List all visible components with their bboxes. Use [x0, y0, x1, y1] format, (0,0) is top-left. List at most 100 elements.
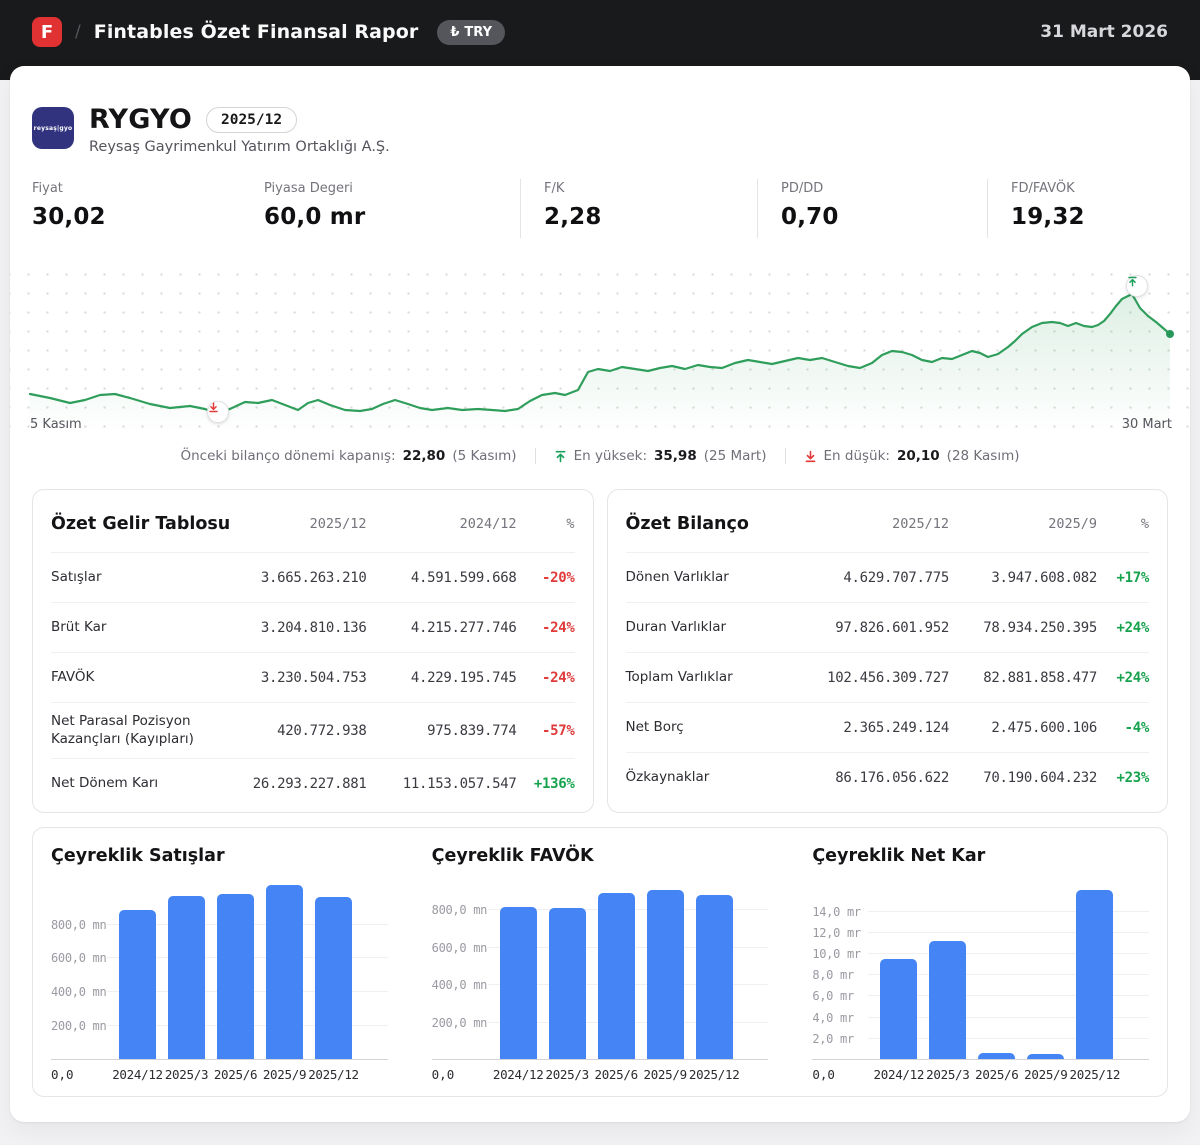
row-label: Toplam Varlıklar [626, 669, 810, 687]
row-label: Net Dönem Karı [51, 775, 235, 793]
last-price-dot [1166, 330, 1174, 338]
x-axis-labels: 0,02024/122025/32025/62025/92025/12 [812, 1060, 1149, 1086]
fintables-logo[interactable]: F [32, 17, 62, 47]
change-percent: +136% [517, 776, 575, 792]
table-row: Net Parasal Pozisyon Kazançları (Kayıpla… [51, 702, 575, 758]
currency-badge[interactable]: ₺ TRY [437, 20, 505, 45]
current-period-value: 97.826.601.952 [809, 620, 949, 636]
change-percent: +24% [1097, 670, 1149, 686]
table-row: Satışlar3.665.263.2104.591.599.668-20% [51, 552, 575, 602]
change-percent: +17% [1097, 570, 1149, 586]
column-header: % [517, 516, 575, 532]
row-label: Brüt Kar [51, 619, 235, 637]
change-percent: +23% [1097, 770, 1149, 786]
table-row: Dönen Varlıklar4.629.707.7753.947.608.08… [626, 552, 1150, 602]
chart-title: Çeyreklik Net Kar [812, 846, 1149, 866]
x-axis-tick-label: 2025/9 [643, 1067, 686, 1082]
previous-period-value: 4.215.277.746 [367, 620, 517, 636]
arrow-up-to-bar-icon [554, 450, 567, 463]
x-axis-tick-label: 2025/9 [263, 1067, 306, 1082]
row-label: Duran Varlıklar [626, 619, 810, 637]
x-axis-tick-label: 2024/12 [874, 1067, 925, 1082]
x-axis-tick-label: 2025/6 [975, 1067, 1018, 1082]
x-axis-tick-label: 2025/9 [1024, 1067, 1067, 1082]
summary-divider [785, 448, 786, 464]
low-point-marker [207, 401, 229, 423]
column-header: 2025/12 [235, 516, 367, 532]
summary-divider [535, 448, 536, 464]
change-percent: -24% [517, 620, 575, 636]
x-axis-tick-label: 2024/12 [493, 1067, 544, 1082]
prev-close-date: (5 Kasım) [452, 448, 516, 464]
ticker-symbol: RYGYO [89, 104, 192, 135]
x-axis-tick-label: 2025/6 [214, 1067, 257, 1082]
bar-2025/3 [549, 908, 586, 1059]
y-axis-tick-label: 800,0 mn [51, 918, 106, 932]
high-point-marker [1126, 275, 1148, 297]
period-badge[interactable]: 2025/12 [206, 107, 297, 133]
chart-plot-area: 200,0 mn400,0 mn600,0 mn800,0 mn [432, 884, 769, 1060]
y-axis-zero-label: 0,0 [812, 1067, 835, 1082]
bar-2025/6 [598, 893, 635, 1059]
x-axis-tick-label: 2025/3 [545, 1067, 588, 1082]
x-axis-tick-label: 2025/12 [308, 1067, 359, 1082]
bar-2025/9 [266, 885, 303, 1059]
row-label: Dönen Varlıklar [626, 569, 810, 587]
breadcrumb-separator: / [75, 22, 81, 42]
current-period-value: 102.456.309.727 [809, 670, 949, 686]
currency-label: TRY [464, 25, 492, 40]
stat-label: PD/DD [781, 181, 987, 196]
y-axis-zero-label: 0,0 [432, 1067, 455, 1082]
y-axis-tick-label: 14,0 mr [812, 905, 860, 919]
price-line-chart: 5 Kasım 30 Mart [10, 258, 1190, 433]
stat-value: 19,32 [1011, 204, 1168, 230]
stat-pddd: PD/DD 0,70 [757, 179, 987, 238]
quarterly-chart-netkar: Çeyreklik Net Kar 2,0 mr4,0 mr6,0 mr8,0 m… [812, 846, 1149, 1086]
report-date: 31 Mart 2026 [1040, 22, 1168, 42]
table-row: Özkaynaklar86.176.056.62270.190.604.232+… [626, 752, 1150, 802]
change-percent: +24% [1097, 620, 1149, 636]
previous-period-value: 975.839.774 [367, 723, 517, 739]
low-value: 20,10 [897, 448, 940, 464]
prev-close-label: Önceki bilanço dönemi kapanış: [180, 448, 395, 464]
chart-end-date: 30 Mart [1122, 417, 1172, 432]
previous-period-value: 70.190.604.232 [949, 770, 1097, 786]
price-chart-svg [10, 258, 1190, 433]
y-axis-tick-label: 200,0 mn [51, 1019, 106, 1033]
stat-value: 2,28 [544, 204, 757, 230]
prev-close-value: 22,80 [403, 448, 446, 464]
y-axis-tick-label: 600,0 mn [432, 941, 487, 955]
y-axis-tick-label: 4,0 mr [812, 1011, 854, 1025]
column-header: 2025/12 [809, 516, 949, 532]
table-header: Özet Gelir Tablosu 2025/12 2024/12 % [51, 496, 575, 552]
company-logo: reysaş|gyo [32, 107, 74, 149]
row-label: Net Borç [626, 719, 810, 737]
price-summary-row: Önceki bilanço dönemi kapanış: 22,80 (5 … [10, 445, 1190, 467]
chart-plot-area: 2,0 mr4,0 mr6,0 mr8,0 mr10,0 mr12,0 mr14… [812, 884, 1149, 1060]
report-card: reysaş|gyo RYGYO 2025/12 Reysaş Gayrimen… [10, 66, 1190, 1122]
x-axis-tick-label: 2024/12 [112, 1067, 163, 1082]
change-percent: -4% [1097, 720, 1149, 736]
table-title: Özet Gelir Tablosu [51, 514, 235, 534]
y-axis-tick-label: 10,0 mr [812, 947, 860, 961]
row-label: Net Parasal Pozisyon Kazançları (Kayıpla… [51, 713, 235, 748]
bar-2025/12 [315, 897, 352, 1059]
stat-fk: F/K 2,28 [520, 179, 757, 238]
change-percent: -20% [517, 570, 575, 586]
current-period-value: 3.665.263.210 [235, 570, 367, 586]
stat-label: F/K [544, 181, 757, 196]
previous-period-value: 11.153.057.547 [367, 776, 517, 792]
chart-plot-area: 200,0 mn400,0 mn600,0 mn800,0 mn [51, 884, 388, 1060]
current-period-value: 26.293.227.881 [235, 776, 367, 792]
current-period-value: 3.230.504.753 [235, 670, 367, 686]
bar-2024/12 [880, 959, 917, 1059]
chart-start-date: 5 Kasım [30, 417, 82, 432]
chart-title: Çeyreklik FAVÖK [432, 846, 769, 866]
high-summary: En yüksek: 35,98 (25 Mart) [554, 448, 767, 464]
bar-2025/3 [168, 896, 205, 1059]
high-value: 35,98 [654, 448, 697, 464]
column-header: 2025/9 [949, 516, 1097, 532]
page-title: Fintables Özet Finansal Rapor [94, 21, 419, 43]
previous-period-value: 78.934.250.395 [949, 620, 1097, 636]
high-date: (25 Mart) [704, 448, 767, 464]
